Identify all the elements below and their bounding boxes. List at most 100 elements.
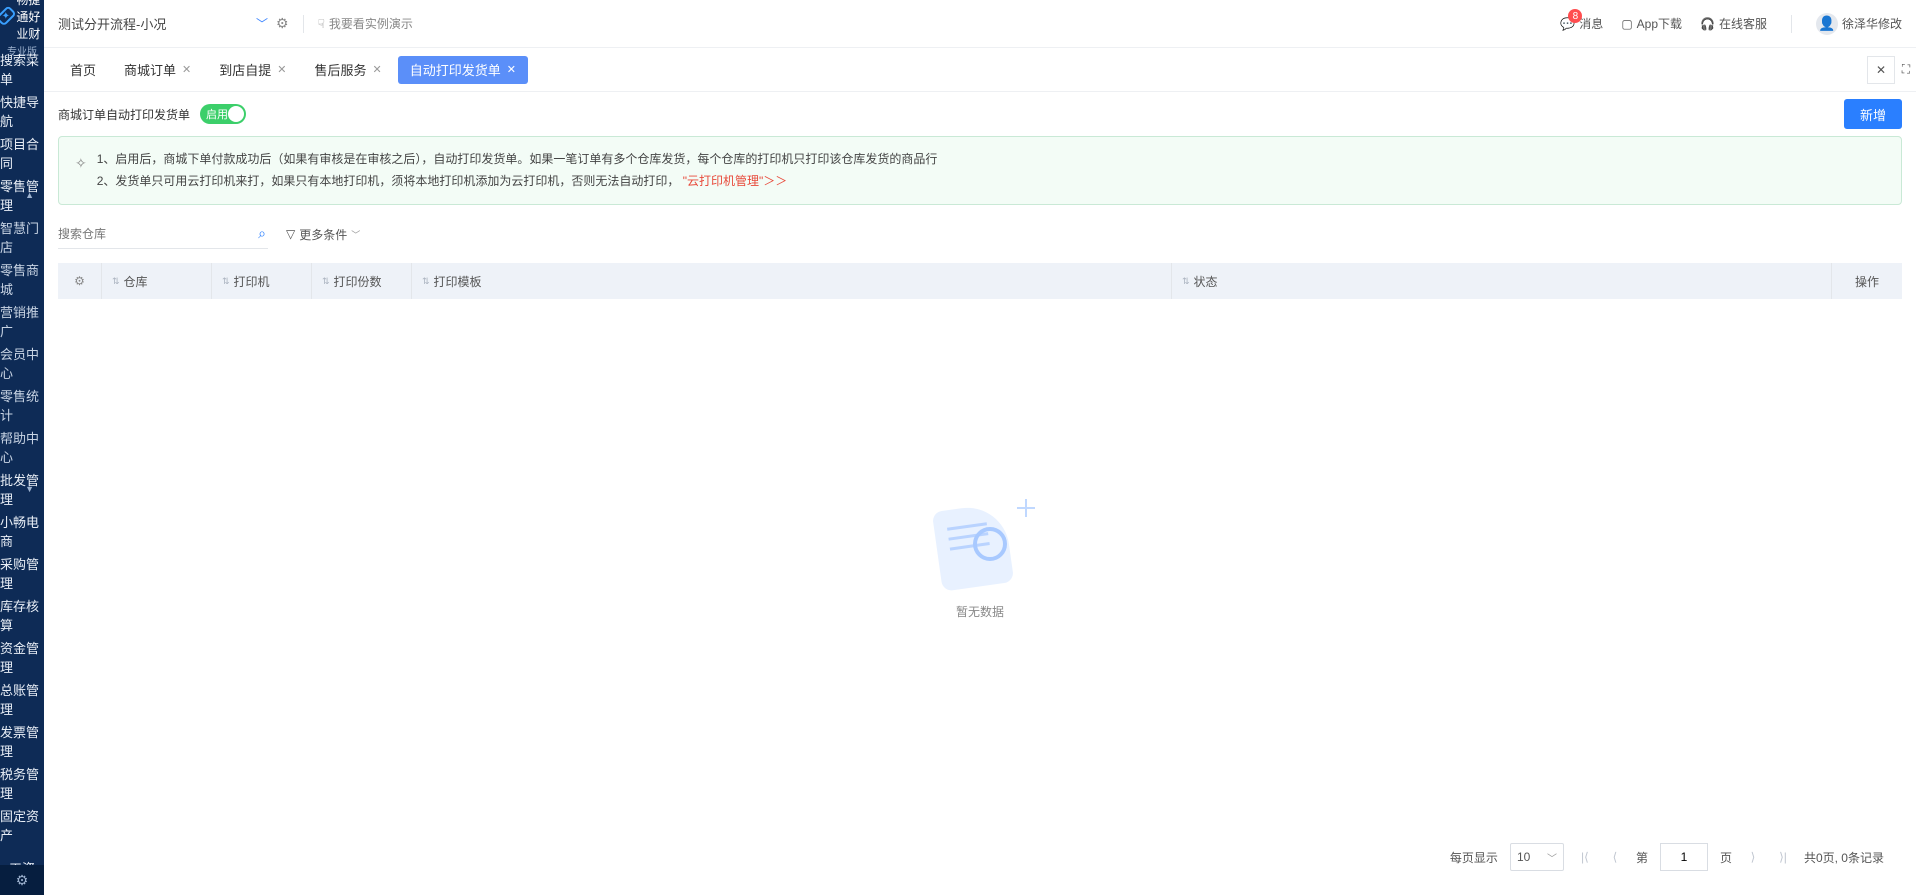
pager-summary: 共0页, 0条记录 (1804, 849, 1884, 866)
sidebar-item-18[interactable]: 固定资产 (0, 804, 44, 846)
sort-icon: ⇅ (422, 276, 430, 287)
tab-0[interactable]: 首页 (58, 56, 108, 84)
sidebar-item-1[interactable]: 快捷导航 (0, 90, 44, 132)
tab-2[interactable]: 到店自提✕ (207, 56, 298, 84)
more-filters-button[interactable]: ▽ 更多条件 ﹀ (286, 226, 360, 243)
sidebar-item-8[interactable]: 零售统计 (0, 384, 44, 426)
user-name: 徐泽华修改 (1842, 15, 1902, 32)
sort-icon: ⇅ (322, 276, 330, 287)
user-menu[interactable]: 👤 徐泽华修改 (1816, 13, 1902, 35)
page-prefix: 第 (1636, 849, 1648, 866)
add-button[interactable]: 新增 (1844, 99, 1902, 129)
tips-panel: ✧ 1、启用后，商城下单付款成功后（如果有审核是在审核之后），自动打印发货单。如… (58, 136, 1902, 205)
close-icon[interactable]: ✕ (277, 63, 286, 76)
close-icon[interactable]: ✕ (507, 63, 516, 76)
warehouse-search-input[interactable] (58, 219, 268, 249)
sidebar-item-label: 采购管理 (0, 554, 44, 592)
prev-page-button[interactable]: ⟨ (1606, 848, 1624, 866)
col-status[interactable]: ⇅状态 (1172, 263, 1832, 299)
sidebar-item-16[interactable]: 发票管理 (0, 720, 44, 762)
app-download-button[interactable]: ▢ App下载 (1621, 15, 1682, 32)
sidebar-item-19[interactable]: 工资 (0, 846, 44, 865)
hand-icon: ☟ (318, 17, 325, 31)
sidebar-item-label: 零售管理 (0, 176, 44, 214)
sidebar-item-label: 库存核算 (0, 596, 44, 634)
tab-label: 售后服务 (314, 60, 366, 79)
divider (303, 15, 304, 33)
cloud-printer-link[interactable]: "云打印机管理"＞＞ (683, 174, 788, 188)
feature-label: 商城订单自动打印发货单 (58, 106, 190, 123)
table-header: ⚙ ⇅仓库 ⇅打印机 ⇅打印份数 ⇅打印模板 ⇅状态 操作 (58, 263, 1902, 299)
search-wrap: ⌕ (58, 219, 268, 249)
sidebar-item-label: 固定资产 (0, 806, 44, 844)
sidebar-item-label: 项目合同 (0, 134, 44, 172)
tab-1[interactable]: 商城订单✕ (112, 56, 203, 84)
actionbar: 商城订单自动打印发货单 启用 新增 (44, 92, 1916, 136)
empty-state: 暂无数据 (58, 299, 1902, 819)
sidebar-item-5[interactable]: 零售商城 (0, 258, 44, 300)
breadcrumb-text: 测试分开流程-小况 (58, 14, 166, 33)
brand-name: 畅捷通好业财 (16, 0, 44, 42)
sidebar-item-4[interactable]: 智慧门店 (0, 216, 44, 258)
fullscreen-button[interactable]: ⛶ (1896, 48, 1916, 92)
sidebar-item-12[interactable]: 采购管理 (0, 552, 44, 594)
page-size-value: 10 (1517, 850, 1530, 864)
tab-label: 自动打印发货单 (410, 60, 501, 79)
sidebar: ✦ 畅捷通好业财 专业版 搜索菜单快捷导航项目合同零售管理▲智慧门店零售商城营销… (0, 0, 44, 895)
enable-switch[interactable]: 启用 (200, 104, 246, 124)
search-icon[interactable]: ⌕ (258, 225, 266, 242)
close-icon[interactable]: ✕ (182, 63, 191, 76)
messages-button[interactable]: 💬 消息 8 (1560, 15, 1603, 32)
next-page-button[interactable]: ⟩ (1744, 848, 1762, 866)
lightbulb-icon: ✧ (75, 151, 87, 192)
sidebar-item-14[interactable]: 资金管理 (0, 636, 44, 678)
headset-icon: 🎧 (1700, 17, 1715, 31)
content: ✧ 1、启用后，商城下单付款成功后（如果有审核是在审核之后），自动打印发货单。如… (44, 136, 1916, 895)
sidebar-nav: 搜索菜单快捷导航项目合同零售管理▲智慧门店零售商城营销推广会员中心零售统计帮助中… (0, 48, 44, 865)
close-all-tabs-button[interactable]: ✕ (1867, 56, 1895, 84)
sidebar-item-3[interactable]: 零售管理▲ (0, 174, 44, 216)
customer-service-button[interactable]: 🎧 在线客服 (1700, 15, 1767, 32)
breadcrumb-gear-icon[interactable]: ⚙ (276, 15, 289, 32)
sidebar-item-9[interactable]: 帮助中心 (0, 426, 44, 468)
first-page-button[interactable]: |⟨ (1576, 848, 1594, 866)
table: ⚙ ⇅仓库 ⇅打印机 ⇅打印份数 ⇅打印模板 ⇅状态 操作 暂无数据 (58, 263, 1902, 819)
tab-4[interactable]: 自动打印发货单 ✕ (398, 56, 528, 84)
more-filters-label: 更多条件 (299, 226, 347, 243)
demo-text: 我要看实例演示 (329, 15, 413, 32)
sidebar-item-7[interactable]: 会员中心 (0, 342, 44, 384)
sidebar-item-label: 发票管理 (0, 722, 44, 760)
sidebar-item-label: 搜索菜单 (0, 50, 44, 88)
sidebar-item-6[interactable]: 营销推广 (0, 300, 44, 342)
sidebar-item-10[interactable]: 批发管理▼ (0, 468, 44, 510)
demo-link[interactable]: ☟ 我要看实例演示 (318, 15, 413, 32)
table-settings-button[interactable]: ⚙ (58, 263, 102, 299)
sort-icon: ⇅ (1182, 276, 1190, 287)
sidebar-item-2[interactable]: 项目合同 (0, 132, 44, 174)
chevron-down-icon: ﹀ (1547, 850, 1557, 865)
col-template[interactable]: ⇅打印模板 (412, 263, 1172, 299)
sidebar-item-label: 会员中心 (0, 344, 44, 382)
sidebar-item-0[interactable]: 搜索菜单 (0, 48, 44, 90)
sort-icon: ⇅ (112, 276, 120, 287)
breadcrumb[interactable]: 测试分开流程-小况 ﹀ (58, 14, 268, 33)
avatar-icon: 👤 (1816, 13, 1838, 35)
pagination: 每页显示 10 ﹀ |⟨ ⟨ 第 页 ⟩ ⟩| 共0页, 0条记录 (58, 833, 1902, 881)
close-icon[interactable]: ✕ (373, 63, 382, 76)
sidebar-item-17[interactable]: 税务管理 (0, 762, 44, 804)
sidebar-item-13[interactable]: 库存核算 (0, 594, 44, 636)
empty-text: 暂无数据 (956, 603, 1004, 620)
page-number-input[interactable] (1660, 843, 1708, 871)
chevron-down-icon: ﹀ (256, 15, 268, 32)
tip-line-2: 2、发货单只可用云打印机来打，如果只有本地打印机，须将本地打印机添加为云打印机，… (97, 174, 680, 188)
sidebar-settings-button[interactable]: ⚙ (0, 865, 44, 895)
col-count[interactable]: ⇅打印份数 (312, 263, 412, 299)
tab-3[interactable]: 售后服务 ✕ (302, 56, 393, 84)
last-page-button[interactable]: ⟩| (1774, 848, 1792, 866)
col-printer[interactable]: ⇅打印机 (212, 263, 312, 299)
page-size-select[interactable]: 10 ﹀ (1510, 843, 1564, 871)
sidebar-item-15[interactable]: 总账管理 (0, 678, 44, 720)
sidebar-item-label: 帮助中心 (0, 428, 44, 466)
col-warehouse[interactable]: ⇅仓库 (102, 263, 212, 299)
sidebar-item-11[interactable]: 小畅电商 (0, 510, 44, 552)
